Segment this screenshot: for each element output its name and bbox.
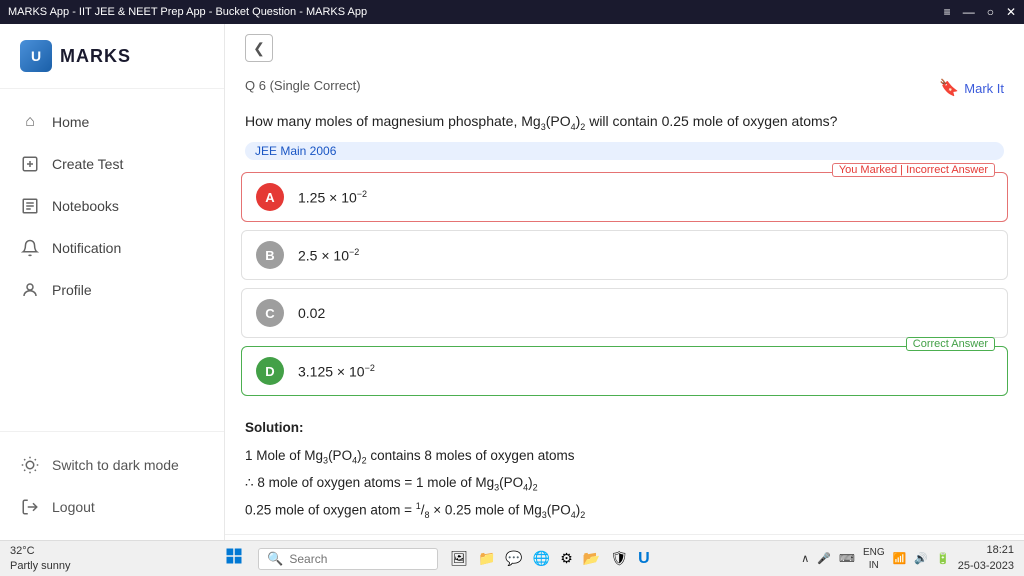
- taskbar-icon-2[interactable]: 📁: [476, 548, 497, 569]
- sidebar-item-profile-label: Profile: [52, 282, 92, 298]
- sidebar-logo: U MARKS: [0, 24, 224, 89]
- taskbar-icon-1[interactable]: 🖼: [448, 548, 470, 569]
- logo-text: MARKS: [60, 46, 131, 67]
- mark-icon: 🔖: [939, 78, 959, 98]
- taskbar-icon-8[interactable]: U: [636, 548, 652, 570]
- create-test-icon: [20, 154, 40, 174]
- sidebar-item-profile[interactable]: Profile: [0, 269, 224, 311]
- option-d-text: 3.125 × 10−2: [298, 363, 375, 380]
- logout-icon: [20, 497, 40, 517]
- search-box[interactable]: 🔍: [258, 548, 438, 570]
- weather-info: 32°C Partly sunny: [10, 544, 71, 573]
- language-indicator: ENGIN: [863, 546, 885, 572]
- title-bar-controls: ≡ — ○ ✕: [944, 5, 1016, 19]
- weather-condition: Partly sunny: [10, 559, 71, 573]
- taskbar-center: 🔍 🖼 📁 💬 🌐 ⚙ 📂 🛡 U: [71, 545, 802, 573]
- solution-line-3: 0.25 mole of oxygen atom = 1/8 × 0.25 mo…: [245, 498, 1004, 523]
- title-bar: MARKS App - IIT JEE & NEET Prep App - Bu…: [0, 0, 1024, 24]
- sidebar-item-notification[interactable]: Notification: [0, 227, 224, 269]
- sidebar-item-home[interactable]: ⌂ Home: [0, 101, 224, 143]
- search-icon: 🔍: [267, 551, 283, 567]
- solution-line-1: 1 Mole of Mg3(PO4)2 contains 8 moles of …: [245, 444, 1004, 469]
- question-header: Q 6 (Single Correct) 🔖 Mark It: [225, 62, 1024, 106]
- app-body: U MARKS ⌂ Home Create Test Notebooks: [0, 24, 1024, 540]
- question-meta: Q 6 (Single Correct): [245, 78, 361, 93]
- search-input[interactable]: [289, 552, 429, 566]
- incorrect-label: You Marked | Incorrect Answer: [832, 163, 995, 177]
- clock-time: 18:21: [958, 543, 1014, 558]
- dark-mode-label: Switch to dark mode: [52, 457, 179, 473]
- home-icon: ⌂: [20, 112, 40, 132]
- question-text: How many moles of magnesium phosphate, M…: [225, 106, 1024, 142]
- option-b-badge: B: [256, 241, 284, 269]
- notification-icon: [20, 238, 40, 258]
- taskbar-icon-7[interactable]: 🛡: [608, 548, 630, 569]
- taskbar-left: 32°C Partly sunny: [10, 544, 71, 573]
- sidebar-item-notebooks-label: Notebooks: [52, 198, 119, 214]
- sidebar: U MARKS ⌂ Home Create Test Notebooks: [0, 24, 225, 540]
- option-d-badge: D: [256, 357, 284, 385]
- taskbar-right: ∧ 🎤 ⌨ ENGIN 📶 🔊 🔋 18:21 25-03-2023: [801, 543, 1014, 574]
- sidebar-item-dark-mode[interactable]: Switch to dark mode: [0, 444, 224, 486]
- nav-items: ⌂ Home Create Test Notebooks Notificati: [0, 89, 224, 431]
- profile-icon: [20, 280, 40, 300]
- sidebar-item-create-test-label: Create Test: [52, 156, 123, 172]
- sidebar-item-create-test[interactable]: Create Test: [0, 143, 224, 185]
- notebooks-icon: [20, 196, 40, 216]
- close-icon[interactable]: ✕: [1006, 5, 1016, 19]
- solution-line-2: ∴ 8 mole of oxygen atoms = 1 mole of Mg3…: [245, 471, 1004, 496]
- option-d[interactable]: Correct Answer D 3.125 × 10−2: [241, 346, 1008, 396]
- menu-icon[interactable]: ≡: [944, 5, 951, 19]
- sidebar-item-logout[interactable]: Logout: [0, 486, 224, 528]
- option-a-badge: A: [256, 183, 284, 211]
- mark-it-label: Mark It: [964, 81, 1004, 96]
- dark-mode-icon: [20, 455, 40, 475]
- option-a[interactable]: You Marked | Incorrect Answer A 1.25 × 1…: [241, 172, 1008, 222]
- logo-icon: U: [20, 40, 52, 72]
- taskbar-icon-4[interactable]: 🌐: [531, 548, 552, 569]
- correct-label: Correct Answer: [906, 337, 995, 351]
- option-c-text: 0.02: [298, 305, 325, 321]
- sidebar-item-notebooks[interactable]: Notebooks: [0, 185, 224, 227]
- taskbar-icon-6[interactable]: 📂: [581, 548, 602, 569]
- option-b[interactable]: B 2.5 × 10−2: [241, 230, 1008, 280]
- taskbar: 32°C Partly sunny 🔍 🖼 📁 💬 🌐 ⚙ 📂 🛡 U ∧ 🎤 …: [0, 540, 1024, 576]
- taskbar-icon-5[interactable]: ⚙: [558, 548, 575, 569]
- option-a-text: 1.25 × 10−2: [298, 189, 367, 206]
- start-button[interactable]: [220, 545, 248, 573]
- options-area: You Marked | Incorrect Answer A 1.25 × 1…: [225, 172, 1024, 404]
- question-tag[interactable]: JEE Main 2006: [245, 142, 1004, 160]
- temperature: 32°C: [10, 544, 71, 558]
- clock-date: 25-03-2023: [958, 559, 1014, 574]
- mark-it-button[interactable]: 🔖 Mark It: [939, 78, 1004, 98]
- solution-title: Solution:: [245, 416, 1004, 440]
- content-area: ❮ Q 6 (Single Correct) 🔖 Mark It How man…: [225, 24, 1024, 540]
- back-button[interactable]: ❮: [245, 34, 273, 62]
- mic-icon[interactable]: 🎤: [817, 552, 831, 565]
- minimize-icon[interactable]: —: [963, 5, 975, 19]
- option-c-badge: C: [256, 299, 284, 327]
- sidebar-bottom: Switch to dark mode Logout: [0, 431, 224, 540]
- option-b-text: 2.5 × 10−2: [298, 247, 359, 264]
- time-block: 18:21 25-03-2023: [958, 543, 1014, 574]
- restore-icon[interactable]: ○: [987, 5, 994, 19]
- logo-letter: U: [31, 48, 41, 64]
- logout-label: Logout: [52, 499, 95, 515]
- battery-icon: 🔋: [936, 552, 950, 565]
- volume-icon[interactable]: 🔊: [914, 552, 928, 565]
- title-bar-text: MARKS App - IIT JEE & NEET Prep App - Bu…: [8, 6, 367, 18]
- solution-area: Solution: 1 Mole of Mg3(PO4)2 contains 8…: [225, 404, 1024, 533]
- keyboard-icon: ⌨: [839, 552, 855, 565]
- option-c[interactable]: C 0.02: [241, 288, 1008, 338]
- taskbar-icon-3[interactable]: 💬: [503, 548, 524, 569]
- taskbar-chevron-icon[interactable]: ∧: [801, 552, 809, 565]
- taskbar-app-icons: 🖼 📁 💬 🌐 ⚙ 📂 🛡 U: [448, 548, 651, 570]
- sidebar-item-home-label: Home: [52, 114, 89, 130]
- sidebar-item-notification-label: Notification: [52, 240, 121, 256]
- wifi-icon: 📶: [893, 552, 907, 565]
